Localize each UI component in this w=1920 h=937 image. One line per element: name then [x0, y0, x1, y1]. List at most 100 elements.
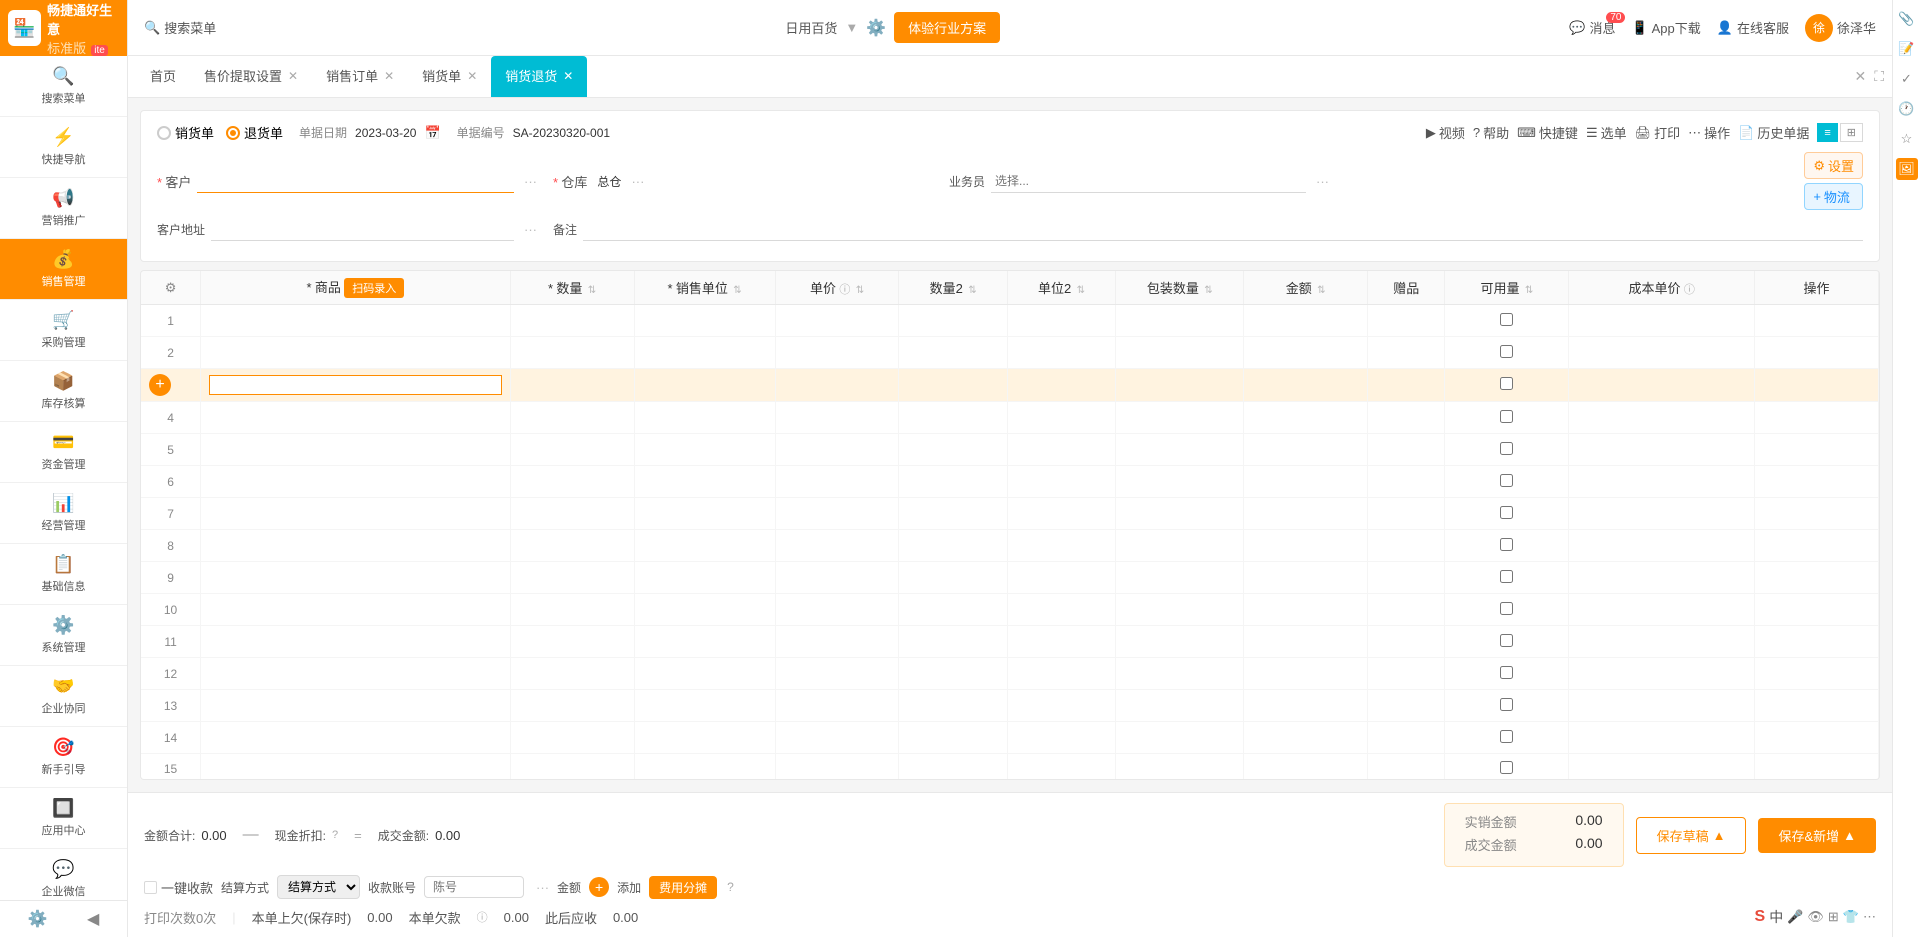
- gift-cell[interactable]: [1445, 690, 1569, 722]
- collapse-icon[interactable]: ◀: [87, 909, 99, 929]
- qty2-sort-icon[interactable]: ⇅: [968, 285, 976, 296]
- gift-cell[interactable]: [1445, 562, 1569, 594]
- customer-dots[interactable]: ···: [524, 174, 537, 189]
- product-cell[interactable]: [201, 562, 511, 594]
- radio-return[interactable]: 退货单: [226, 123, 283, 142]
- product-cell[interactable]: [201, 754, 511, 781]
- help-btn[interactable]: ? 帮助: [1473, 123, 1509, 142]
- fee-split-btn[interactable]: 费用分摊: [649, 876, 717, 899]
- tab-close-sale-order[interactable]: ✕: [384, 69, 394, 83]
- tab-maximize-icon[interactable]: ⛶: [1874, 68, 1884, 85]
- tab-sale-settings[interactable]: 售价提取设置 ✕: [190, 56, 312, 97]
- gift-cell[interactable]: [1445, 305, 1569, 337]
- calendar-icon[interactable]: 📅: [424, 125, 440, 141]
- gift-checkbox[interactable]: [1500, 602, 1513, 615]
- pkg-sort-icon[interactable]: ⇅: [1204, 285, 1212, 296]
- gift-cell[interactable]: [1445, 594, 1569, 626]
- toolbar-icon-shirt[interactable]: 👕: [1843, 909, 1859, 925]
- product-input[interactable]: [209, 375, 502, 395]
- warehouse-dots[interactable]: ···: [631, 174, 644, 189]
- settings-icon[interactable]: ⚙️: [866, 18, 886, 38]
- gift-cell[interactable]: [1445, 626, 1569, 658]
- sidebar-item-cooperation[interactable]: 🤝 企业协同: [0, 666, 127, 727]
- qty-sort-icon[interactable]: ⇅: [588, 285, 596, 296]
- product-cell[interactable]: [201, 466, 511, 498]
- sidebar-item-apps[interactable]: 🔲 应用中心: [0, 788, 127, 849]
- product-cell[interactable]: [201, 305, 511, 337]
- sidebar-item-operation[interactable]: 📊 经营管理: [0, 483, 127, 544]
- gift-cell[interactable]: [1445, 722, 1569, 754]
- toolbar-icon-mic[interactable]: 🎤: [1787, 909, 1803, 925]
- gift-checkbox[interactable]: [1500, 442, 1513, 455]
- product-cell[interactable]: [201, 369, 511, 402]
- grid-view-btn[interactable]: ⊞: [1840, 123, 1863, 142]
- tab-sale-return[interactable]: 销货退货 ✕: [491, 56, 587, 97]
- shortcut-btn[interactable]: ⌨ 快捷键: [1517, 123, 1578, 142]
- sidebar-item-basic[interactable]: 📋 基础信息: [0, 544, 127, 605]
- sidebar-item-sales[interactable]: 💰 销售管理: [0, 239, 127, 300]
- settings-btn[interactable]: ⚙ 设置: [1804, 152, 1863, 179]
- product-cell[interactable]: [201, 530, 511, 562]
- gift-checkbox[interactable]: [1500, 538, 1513, 551]
- product-cell[interactable]: [201, 434, 511, 466]
- online-service-btn[interactable]: 👤 在线客服: [1717, 18, 1789, 37]
- app-download-btn[interactable]: 📱 App下载: [1631, 18, 1700, 37]
- product-cell[interactable]: [201, 626, 511, 658]
- sidebar-item-marketing[interactable]: 📢 营销推广: [0, 178, 127, 239]
- toolbar-icon-more[interactable]: ⋯: [1863, 909, 1876, 925]
- gift-cell[interactable]: [1445, 369, 1569, 402]
- gift-cell[interactable]: [1445, 658, 1569, 690]
- history-btn[interactable]: 📄 历史单据: [1738, 123, 1809, 142]
- radio-sale-goods[interactable]: 销货单: [157, 123, 214, 142]
- avail-sort-icon[interactable]: ⇅: [1525, 285, 1533, 296]
- add-row-btn[interactable]: +: [149, 374, 171, 396]
- gift-checkbox[interactable]: [1500, 570, 1513, 583]
- gift-checkbox[interactable]: [1500, 474, 1513, 487]
- print-btn[interactable]: 🖨 打印: [1635, 123, 1681, 142]
- settlement-select[interactable]: 结算方式: [277, 875, 360, 899]
- add-payment-btn[interactable]: +: [589, 877, 609, 897]
- customer-input[interactable]: [197, 170, 514, 193]
- product-cell[interactable]: [201, 337, 511, 369]
- select-order-btn[interactable]: ☰ 选单: [1586, 123, 1627, 142]
- product-cell[interactable]: [201, 594, 511, 626]
- message-btn[interactable]: 💬 消息 70: [1569, 18, 1615, 37]
- unit2-sort-icon[interactable]: ⇅: [1077, 285, 1085, 296]
- list-view-btn[interactable]: ≡: [1817, 123, 1837, 142]
- tab-close-sale-settings[interactable]: ✕: [288, 69, 298, 83]
- staff-input[interactable]: [991, 170, 1306, 193]
- gift-checkbox[interactable]: [1500, 345, 1513, 358]
- edge-btn-1[interactable]: 📎: [1896, 8, 1918, 30]
- staff-dots[interactable]: ···: [1316, 174, 1329, 189]
- video-btn[interactable]: ▶ 视频: [1426, 123, 1465, 142]
- tab-sale-order[interactable]: 销售订单 ✕: [312, 56, 408, 97]
- search-menu[interactable]: 🔍 搜索菜单: [144, 18, 216, 37]
- gift-checkbox[interactable]: [1500, 698, 1513, 711]
- gift-cell[interactable]: [1445, 466, 1569, 498]
- scan-btn-header[interactable]: 扫码录入: [344, 280, 404, 295]
- gift-checkbox[interactable]: [1500, 377, 1513, 390]
- edge-btn-2[interactable]: 📝: [1896, 38, 1918, 60]
- sidebar-item-guide[interactable]: 🎯 新手引导: [0, 727, 127, 788]
- logistics-btn[interactable]: + 物流: [1804, 183, 1863, 210]
- amount-sort-icon[interactable]: ⇅: [1317, 285, 1325, 296]
- tab-sale-goods[interactable]: 销货单 ✕: [408, 56, 491, 97]
- product-cell[interactable]: [201, 690, 511, 722]
- sidebar-item-weixin[interactable]: 💬 企业微信: [0, 849, 127, 900]
- account-dots[interactable]: ···: [536, 880, 549, 895]
- gift-checkbox[interactable]: [1500, 410, 1513, 423]
- sidebar-item-inventory[interactable]: 📦 库存核算: [0, 361, 127, 422]
- save-new-dropdown-icon[interactable]: ▲: [1843, 828, 1856, 843]
- gift-checkbox[interactable]: [1500, 761, 1513, 774]
- gift-checkbox[interactable]: [1500, 730, 1513, 743]
- save-new-btn[interactable]: 保存&新增 ▲: [1758, 818, 1876, 853]
- gear-icon[interactable]: ⚙: [165, 280, 177, 295]
- operation-btn[interactable]: ⋯ 操作: [1688, 123, 1730, 142]
- toolbar-icon-eye[interactable]: 👁: [1807, 909, 1824, 925]
- sidebar-item-shortcut[interactable]: ⚡ 快捷导航: [0, 117, 127, 178]
- gift-checkbox[interactable]: [1500, 634, 1513, 647]
- sidebar-item-capital[interactable]: 💳 资金管理: [0, 422, 127, 483]
- product-cell[interactable]: [201, 722, 511, 754]
- scan-input-btn[interactable]: 扫码录入: [344, 278, 404, 298]
- product-cell[interactable]: [201, 658, 511, 690]
